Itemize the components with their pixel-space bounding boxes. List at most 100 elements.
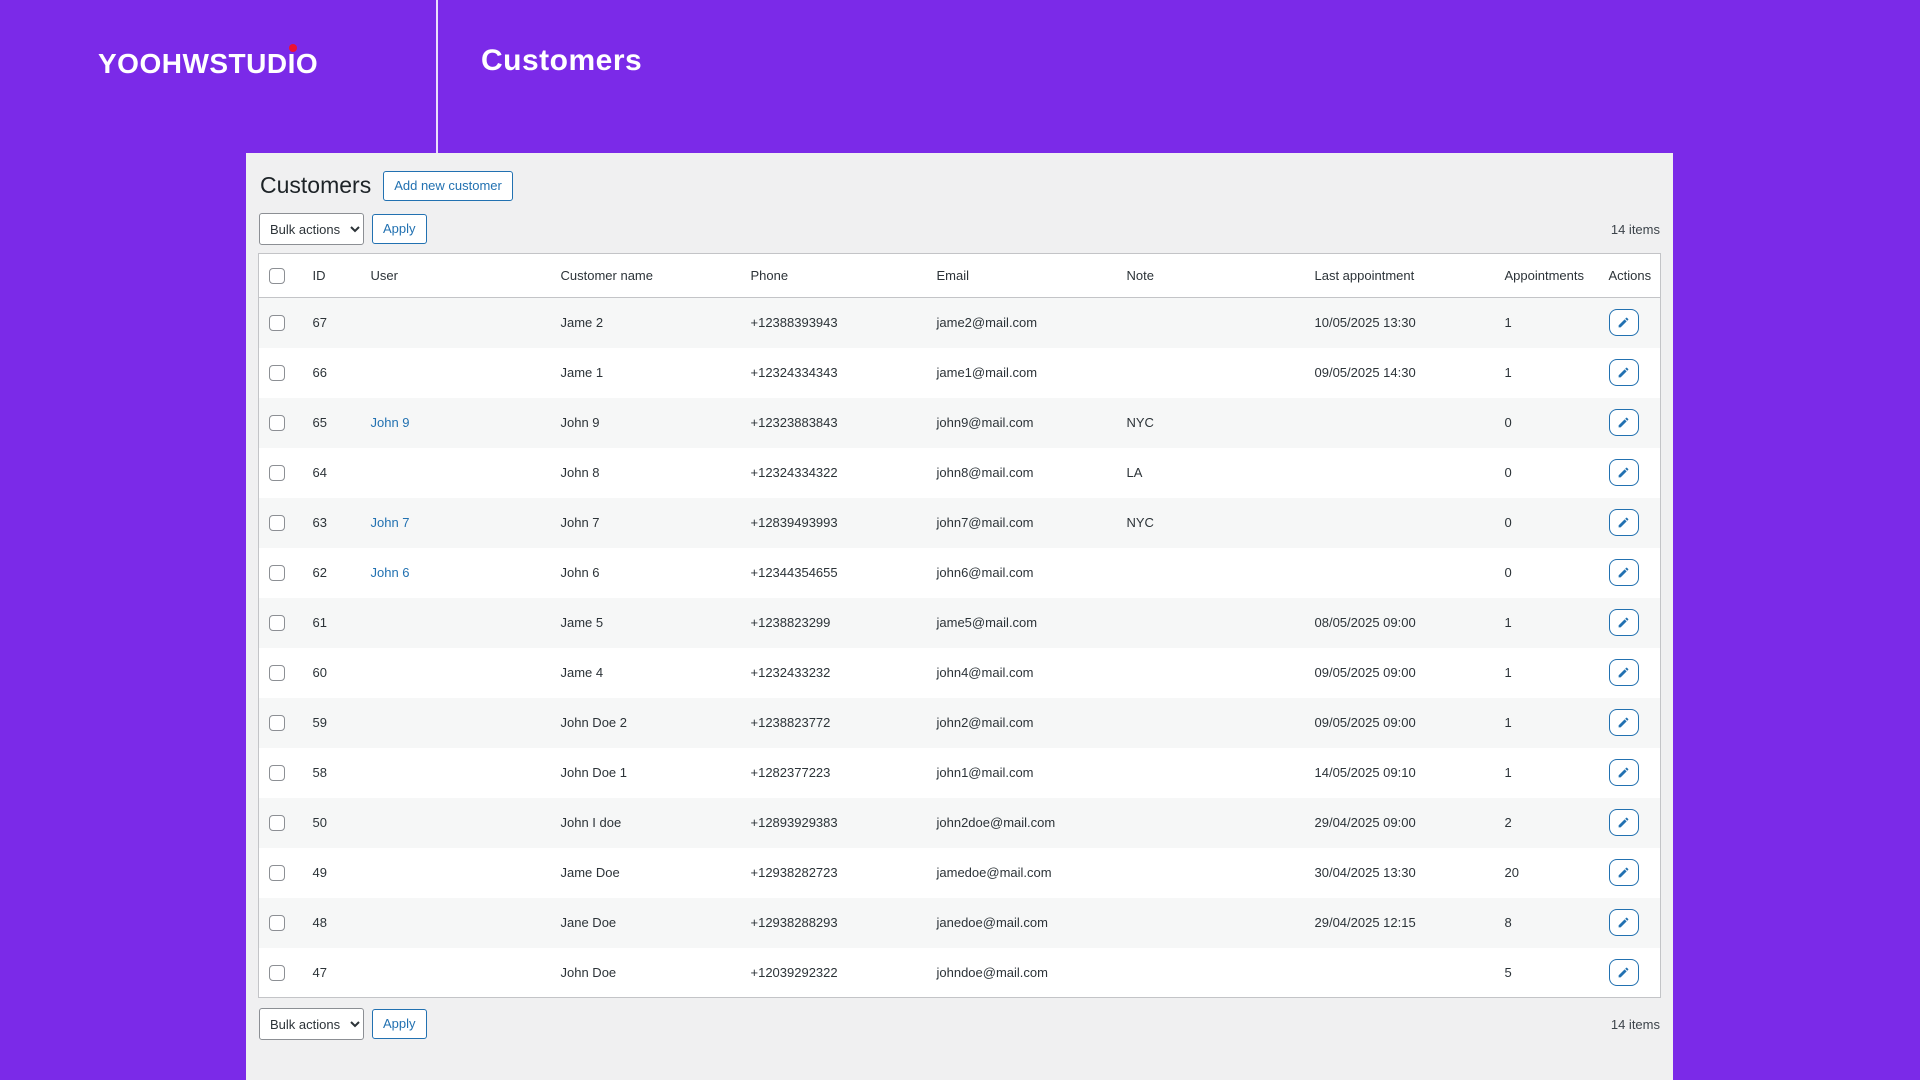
cell-last-appointment: 30/04/2025 13:30 xyxy=(1314,865,1416,881)
cell-note xyxy=(1117,648,1305,698)
cell-appointments: 1 xyxy=(1504,315,1512,331)
cell-appointments: 1 xyxy=(1504,615,1512,631)
page-title: Customers xyxy=(481,44,643,77)
cell-appointments: 1 xyxy=(1504,765,1512,781)
cell-actions xyxy=(1599,498,1661,548)
user-link[interactable]: John 6 xyxy=(371,565,410,580)
pencil-icon xyxy=(1618,717,1629,728)
cell-actions xyxy=(1599,898,1661,948)
cell-last-appointment xyxy=(1305,498,1495,548)
cell-checkbox xyxy=(259,698,303,748)
row-checkbox[interactable] xyxy=(269,614,285,631)
top-bulk-actions-group: Bulk actions Apply xyxy=(259,213,427,246)
row-checkbox[interactable] xyxy=(269,514,285,531)
cell-appointments: 20 xyxy=(1504,865,1519,881)
cell-note xyxy=(1117,798,1305,848)
header-cell-checkbox xyxy=(258,253,303,299)
cell-email: jame5@mail.com xyxy=(936,615,1038,631)
edit-button[interactable] xyxy=(1608,859,1639,887)
bulk-actions-select[interactable]: Bulk actions xyxy=(259,213,364,246)
edit-button[interactable] xyxy=(1608,709,1639,737)
cell-user xyxy=(361,798,551,848)
cell-user: John 7 xyxy=(361,498,551,548)
cell-last-appointment: 09/05/2025 14:30 xyxy=(1314,365,1416,381)
cell-email: john7@mail.com xyxy=(936,515,1034,531)
cell-email: john1@mail.com xyxy=(936,765,1034,781)
cell-appointments: 0 xyxy=(1504,565,1512,581)
user-link[interactable]: John 9 xyxy=(371,415,410,430)
apply-button-bottom[interactable]: Apply xyxy=(372,1009,427,1040)
bulk-actions-select-bottom[interactable]: Bulk actions xyxy=(259,1008,364,1041)
cell-last-appointment: 09/05/2025 09:00 xyxy=(1314,715,1416,731)
row-checkbox[interactable] xyxy=(269,814,285,831)
apply-button[interactable]: Apply xyxy=(372,214,427,245)
items-count-bottom: 14 items xyxy=(1610,1016,1660,1032)
cell-last-appointment: 10/05/2025 13:30 xyxy=(1314,315,1416,331)
pencil-icon xyxy=(1618,767,1629,778)
add-new-customer-button[interactable]: Add new customer xyxy=(383,171,513,202)
cell-checkbox xyxy=(259,948,303,998)
cell-email: john8@mail.com xyxy=(936,465,1034,481)
cell-actions xyxy=(1599,948,1661,998)
edit-button[interactable] xyxy=(1608,309,1639,337)
row-checkbox[interactable] xyxy=(269,964,285,981)
cell-id: 65 xyxy=(312,415,327,431)
cell-phone: +1238823299 xyxy=(750,615,831,631)
edit-button[interactable] xyxy=(1608,958,1639,986)
pencil-icon xyxy=(1618,967,1629,978)
row-checkbox[interactable] xyxy=(269,364,285,381)
user-link[interactable]: John 7 xyxy=(371,515,410,530)
edit-button[interactable] xyxy=(1608,509,1639,537)
cell-appointments: 1 xyxy=(1504,665,1512,681)
cell-phone: +12893929383 xyxy=(750,815,838,831)
row-checkbox[interactable] xyxy=(269,564,285,581)
cell-last-appointment xyxy=(1305,398,1495,448)
cell-checkbox xyxy=(259,598,303,648)
edit-button[interactable] xyxy=(1608,359,1639,387)
column-header-email: Email xyxy=(926,253,1117,299)
row-checkbox[interactable] xyxy=(269,664,285,681)
row-checkbox[interactable] xyxy=(269,714,285,731)
column-header-user: User xyxy=(360,253,551,299)
logo-text: YOOHWSTUDIO xyxy=(98,48,319,79)
table-row: 61 Jame 5 +1238823299 jame5@mail.com 08/… xyxy=(258,597,1661,648)
cell-phone: +12324334322 xyxy=(750,465,838,481)
cell-actions xyxy=(1599,848,1661,898)
cell-checkbox xyxy=(259,548,303,598)
edit-button[interactable] xyxy=(1608,459,1639,487)
cell-email: johndoe@mail.com xyxy=(936,964,1048,980)
edit-button[interactable] xyxy=(1608,659,1639,687)
edit-button[interactable] xyxy=(1608,809,1639,837)
cell-actions xyxy=(1599,398,1661,448)
cell-last-appointment: 29/04/2025 12:15 xyxy=(1314,915,1416,931)
edit-button[interactable] xyxy=(1608,609,1639,637)
edit-button[interactable] xyxy=(1608,759,1639,787)
table-row: 58 John Doe 1 +1282377223 john1@mail.com… xyxy=(259,748,1661,798)
row-checkbox[interactable] xyxy=(269,464,285,481)
row-checkbox[interactable] xyxy=(269,414,285,431)
cell-phone: +12839493993 xyxy=(750,515,838,531)
cell-customer-name: John Doe xyxy=(560,964,617,980)
table-row: 62 John 6 John 6 +12344354655 john6@mail… xyxy=(259,548,1661,598)
cell-note xyxy=(1117,898,1305,948)
cell-appointments: 1 xyxy=(1504,365,1512,381)
cell-phone: +12039292322 xyxy=(750,964,838,980)
edit-button[interactable] xyxy=(1608,409,1639,437)
edit-button[interactable] xyxy=(1608,909,1639,937)
cell-actions xyxy=(1599,798,1661,848)
edit-button[interactable] xyxy=(1608,559,1639,587)
cell-checkbox xyxy=(259,348,303,398)
row-checkbox[interactable] xyxy=(269,914,285,931)
row-checkbox[interactable] xyxy=(269,764,285,781)
row-checkbox[interactable] xyxy=(269,315,285,332)
select-all-checkbox[interactable] xyxy=(269,267,285,284)
cell-phone: +12324334343 xyxy=(750,365,838,381)
cell-checkbox xyxy=(259,298,303,348)
cell-checkbox xyxy=(259,648,303,698)
cell-checkbox xyxy=(259,398,303,448)
row-checkbox[interactable] xyxy=(269,864,285,881)
cell-note xyxy=(1117,848,1305,898)
items-count-top: 14 items xyxy=(1610,221,1660,237)
cell-phone: +1238823772 xyxy=(750,715,831,731)
cell-checkbox xyxy=(259,448,303,498)
